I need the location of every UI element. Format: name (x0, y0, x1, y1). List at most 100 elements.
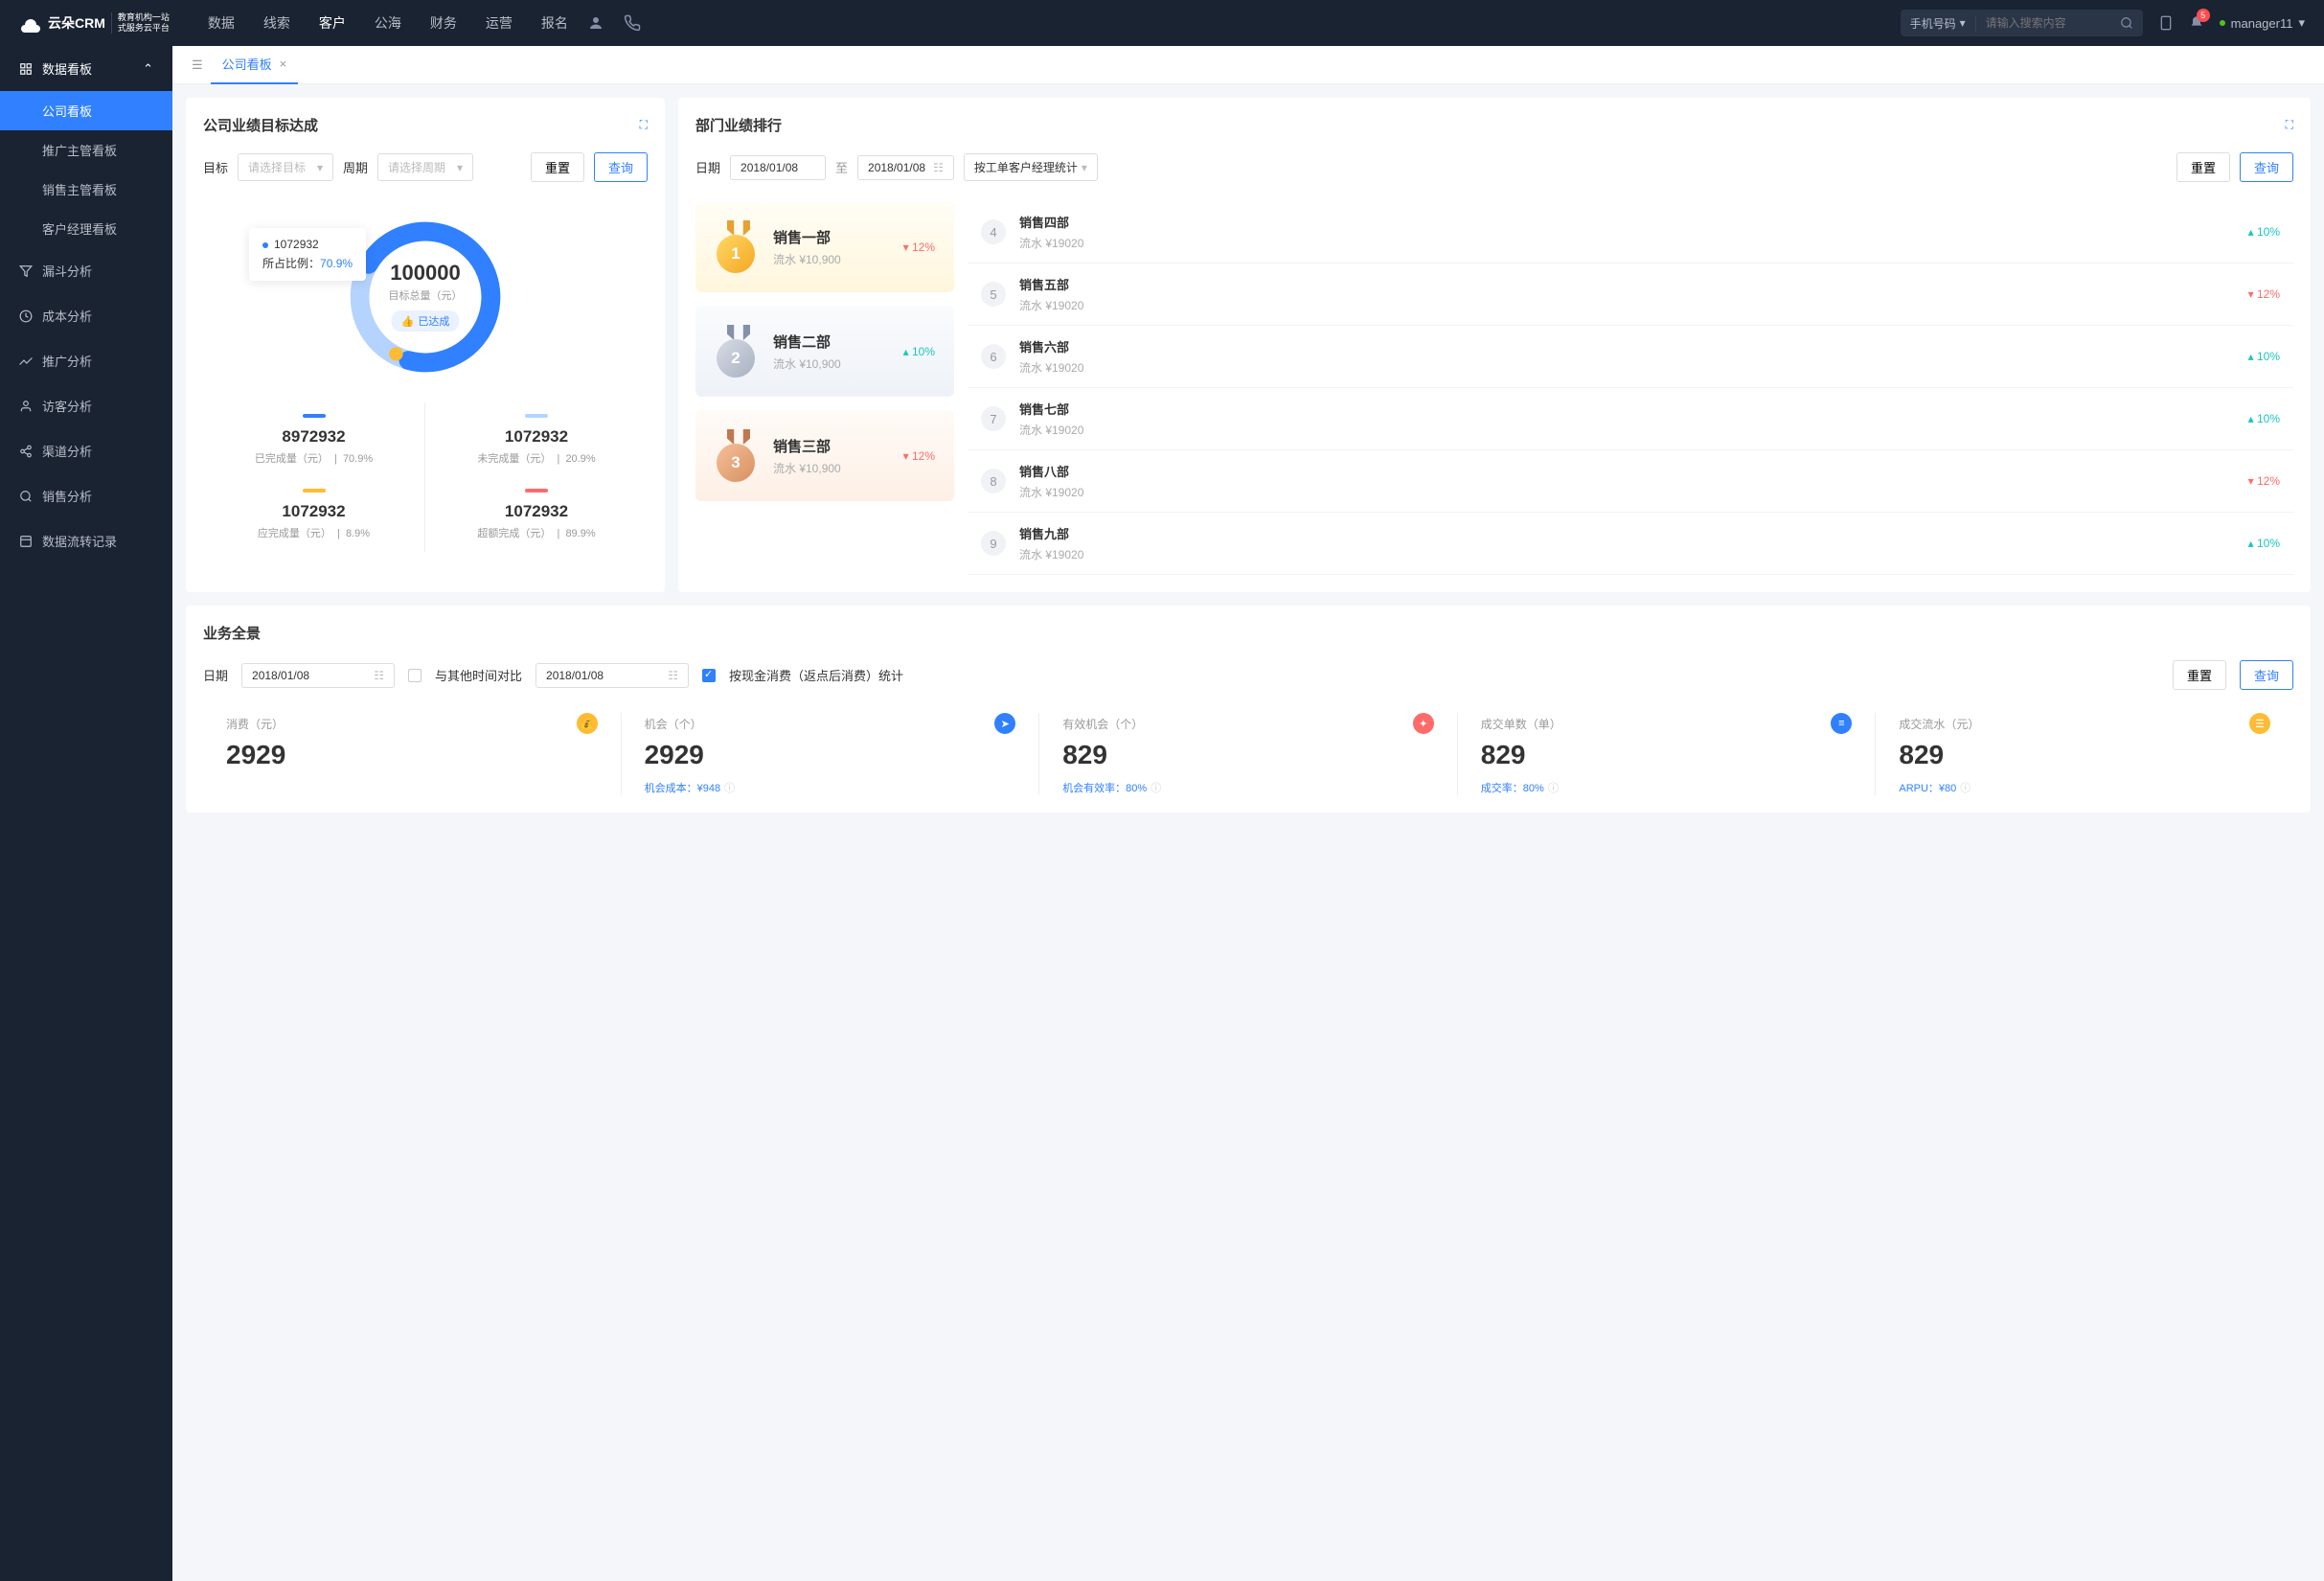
stat-completed: 8972932 已完成量（元） | 70.9% (203, 402, 425, 477)
stat-label: 按现金消费（返点后消费）统计 (729, 666, 903, 684)
metric-sub: 机会成本：¥948 ⓘ (645, 780, 1016, 795)
medal-icon: 2 (715, 325, 758, 378)
rank-row[interactable]: 7 销售七部 流水 ¥19020 ▴ 10% (968, 388, 2293, 450)
help-icon[interactable]: ⓘ (1151, 780, 1161, 795)
sidebar-item-promo[interactable]: 推广分析 (0, 338, 172, 383)
metric-icon: ≡ (1831, 713, 1852, 734)
rank-amount: 流水 ¥19020 (1019, 359, 2235, 376)
ranking-card: 部门业绩排行 ⛶ 日期 2018/01/08 至 2018/01/08☷ 按工单… (678, 98, 2311, 592)
query-button[interactable]: 查询 (2240, 152, 2293, 182)
collapse-sidebar-icon[interactable]: ☰ (184, 57, 211, 73)
sidebar-item-sales-mgr[interactable]: 销售主管看板 (0, 170, 172, 209)
user-icon[interactable] (587, 14, 604, 32)
brand-name: 云朵CRM (48, 13, 105, 33)
sidebar-item-promo-mgr[interactable]: 推广主管看板 (0, 130, 172, 170)
rank-amount: 流水 ¥19020 (1019, 297, 2235, 313)
query-button[interactable]: 查询 (2240, 660, 2293, 690)
phone-icon[interactable] (624, 14, 641, 32)
stat-checkbox[interactable] (702, 669, 716, 682)
metric-value: 829 (1899, 740, 2270, 770)
date-separator: 至 (835, 158, 848, 176)
rank-number: 6 (981, 344, 1006, 369)
sidebar-section-dashboard[interactable]: 数据看板 ⌃ (0, 46, 172, 91)
card-title: 业务全景 (203, 623, 261, 643)
sidebar-item-visitor[interactable]: 访客分析 (0, 383, 172, 428)
date-to-input[interactable]: 2018/01/08☷ (857, 155, 954, 180)
date-from-input[interactable]: 2018/01/08 (730, 155, 826, 180)
rank-dept-name: 销售五部 (1019, 275, 2235, 293)
nav-enroll[interactable]: 报名 (541, 13, 568, 33)
rank-row[interactable]: 4 销售四部 流水 ¥19020 ▴ 10% (968, 201, 2293, 264)
rank-amount: 流水 ¥19020 (1019, 235, 2235, 251)
help-icon[interactable]: ⓘ (1960, 780, 1971, 795)
notification-badge: 5 (2197, 9, 2210, 22)
close-icon[interactable]: × (280, 57, 287, 71)
period-select[interactable]: 请选择周期▾ (377, 153, 473, 181)
rank-row[interactable]: 9 销售九部 流水 ¥19020 ▴ 10% (968, 513, 2293, 575)
help-icon[interactable]: ⓘ (724, 780, 735, 795)
nav-customers[interactable]: 客户 (319, 13, 346, 33)
nav-finance[interactable]: 财务 (430, 13, 457, 33)
target-label: 目标 (203, 158, 228, 176)
rank-top-1[interactable]: 1 销售一部 流水 ¥10,900 ▾ 12% (695, 201, 954, 292)
rank-row[interactable]: 5 销售五部 流水 ¥19020 ▾ 12% (968, 264, 2293, 326)
nav-leads[interactable]: 线索 (263, 13, 290, 33)
rank-number: 4 (981, 219, 1006, 244)
reset-button[interactable]: 重置 (2176, 152, 2230, 182)
nav-data[interactable]: 数据 (208, 13, 235, 33)
metric-icon: ☰ (2249, 713, 2270, 734)
metric-value: 2929 (645, 740, 1016, 770)
reset-button[interactable]: 重置 (2173, 660, 2226, 690)
mobile-icon[interactable] (2158, 14, 2174, 32)
bell-icon[interactable]: 5 (2189, 14, 2204, 32)
target-select[interactable]: 请选择目标▾ (238, 153, 333, 181)
query-button[interactable]: 查询 (594, 152, 648, 182)
rank-dept-name: 销售四部 (1019, 213, 2235, 231)
help-icon[interactable]: ⓘ (1548, 780, 1559, 795)
donut-total: 100000 (389, 261, 463, 286)
sidebar-item-company[interactable]: 公司看板 (0, 91, 172, 130)
groupby-select[interactable]: 按工单客户经理统计▾ (964, 153, 1098, 181)
date2-input[interactable]: 2018/01/08☷ (535, 663, 689, 688)
rank-pct: ▴ 10% (2248, 350, 2280, 363)
tab-company-board[interactable]: 公司看板 × (211, 46, 299, 84)
rank-top-3[interactable]: 3 销售三部 流水 ¥10,900 ▾ 12% (695, 410, 954, 501)
sidebar-item-dataflow[interactable]: 数据流转记录 (0, 518, 172, 563)
search-input[interactable] (1976, 16, 2110, 30)
donut-label: 目标总量（元） (389, 287, 463, 303)
stat-required: 1072932 应完成量（元） | 8.9% (203, 477, 425, 552)
rank-number: 9 (981, 531, 1006, 556)
rank-dept-name: 销售七部 (1019, 400, 2235, 418)
expand-icon[interactable]: ⛶ (640, 118, 648, 132)
search-type-select[interactable]: 手机号码▾ (1901, 15, 1976, 32)
sidebar-item-channel[interactable]: 渠道分析 (0, 428, 172, 473)
sidebar-item-sales[interactable]: 销售分析 (0, 473, 172, 518)
reset-button[interactable]: 重置 (531, 152, 584, 182)
search-icon[interactable] (2110, 16, 2143, 30)
rank-dept-name: 销售二部 (773, 332, 888, 352)
metric-sub: ARPU：¥80 ⓘ (1899, 780, 2270, 795)
rank-amount: 流水 ¥10,900 (773, 460, 888, 476)
expand-icon[interactable]: ⛶ (2286, 118, 2293, 132)
main-nav: 数据 线索 客户 公海 财务 运营 报名 (208, 13, 568, 33)
metric-label: 有效机会（个） (1062, 716, 1143, 732)
card-title: 公司业绩目标达成 (203, 115, 318, 135)
rank-row[interactable]: 8 销售八部 流水 ¥19020 ▾ 12% (968, 450, 2293, 513)
metric-label: 消费（元） (226, 716, 284, 732)
tab-bar: ☰ 公司看板 × (172, 46, 2324, 84)
sidebar-item-cost[interactable]: 成本分析 (0, 293, 172, 338)
sidebar-item-account-mgr[interactable]: 客户经理看板 (0, 209, 172, 248)
user-menu[interactable]: manager11 ▾ (2220, 15, 2305, 31)
nav-ops[interactable]: 运营 (486, 13, 513, 33)
rank-number: 5 (981, 282, 1006, 307)
metric-sub: 成交率：80% ⓘ (1481, 780, 1853, 795)
stat-excess: 1072932 超额完成（元） | 89.9% (425, 477, 648, 552)
rank-row[interactable]: 6 销售六部 流水 ¥19020 ▴ 10% (968, 326, 2293, 388)
rank-top-2[interactable]: 2 销售二部 流水 ¥10,900 ▴ 10% (695, 306, 954, 397)
date1-input[interactable]: 2018/01/08☷ (241, 663, 395, 688)
medal-icon: 1 (715, 220, 758, 273)
sidebar-item-funnel[interactable]: 漏斗分析 (0, 248, 172, 293)
nav-pool[interactable]: 公海 (375, 13, 401, 33)
date-label: 日期 (695, 158, 720, 176)
compare-checkbox[interactable] (408, 669, 422, 682)
